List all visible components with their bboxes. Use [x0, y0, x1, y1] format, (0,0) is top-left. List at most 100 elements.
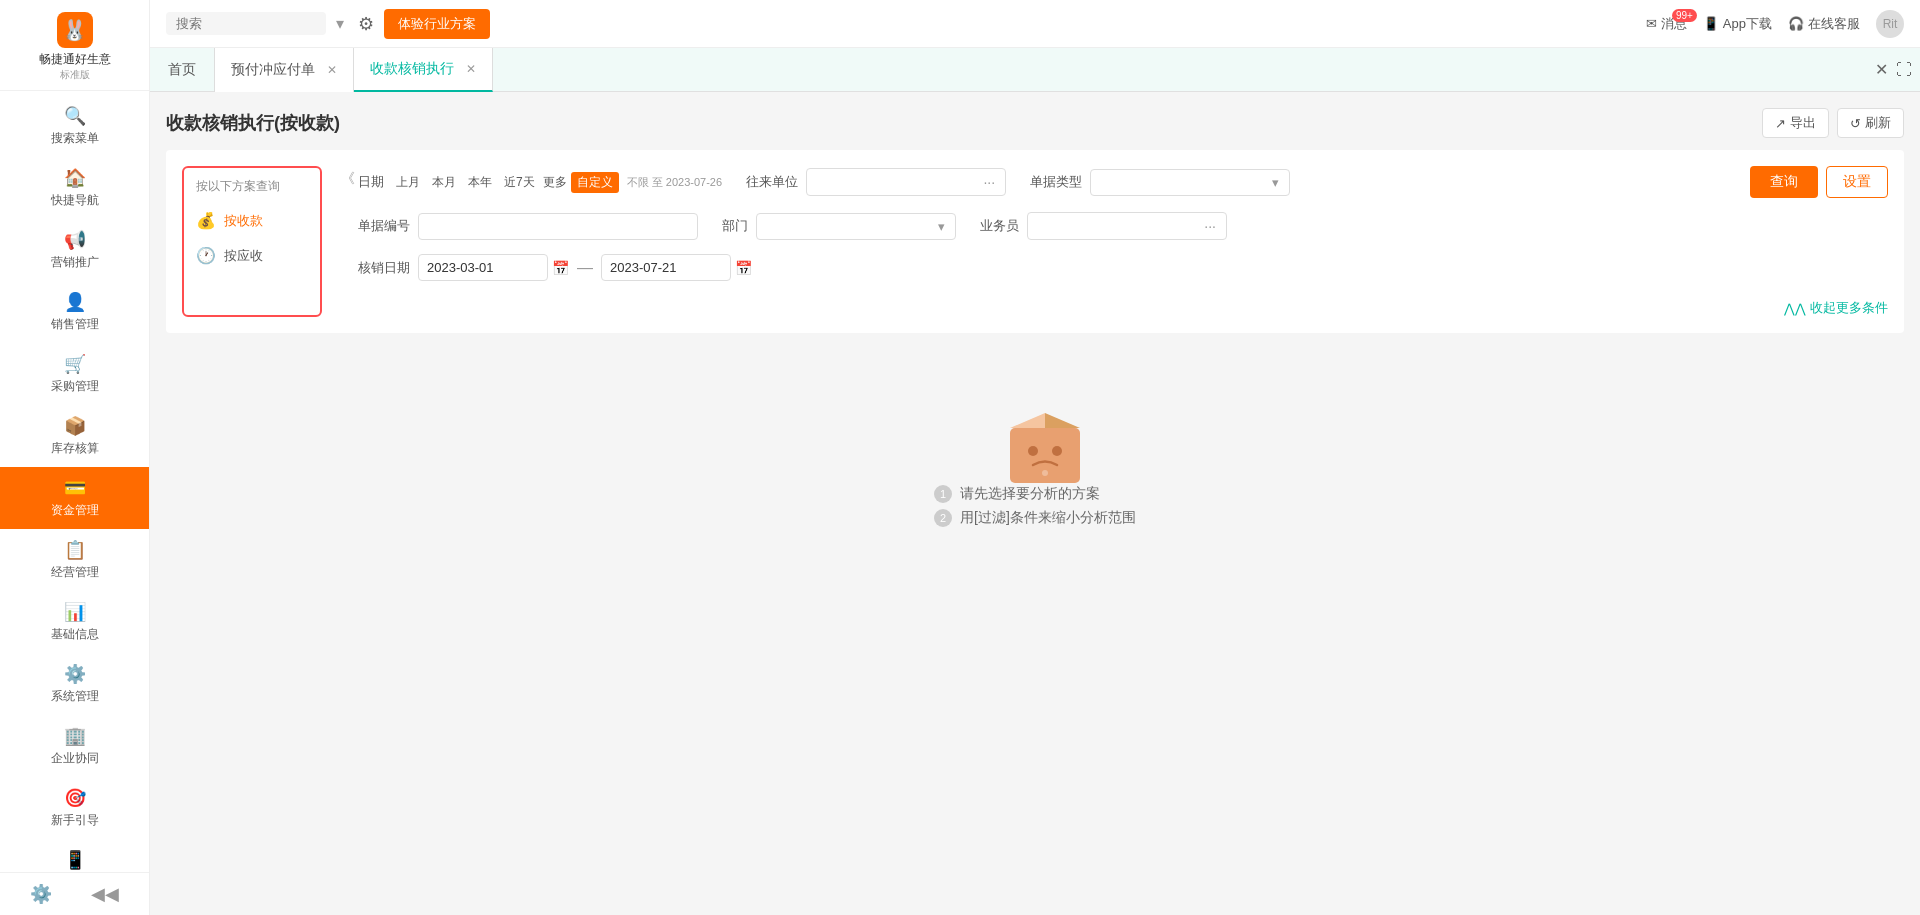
staff-dots-icon[interactable]: ···: [1204, 218, 1216, 234]
filter-actions: 查询 设置: [1750, 166, 1888, 198]
industry-btn[interactable]: 体验行业方案: [384, 9, 490, 39]
svg-point-5: [1042, 470, 1048, 476]
topbar-right: ✉ 消息 99+ 📱 App下载 🎧 在线客服 Rit: [1646, 10, 1904, 38]
tip-num-2: 2: [934, 509, 952, 527]
writeoff-date-from-group: 📅: [418, 254, 569, 281]
marketing-icon: 📢: [64, 229, 86, 251]
sidebar-item-guide[interactable]: 🎯 新手引导: [0, 777, 149, 839]
filter-doctype-field: 单据类型 ▾: [1030, 169, 1290, 196]
dept-label: 部门: [722, 217, 748, 235]
docno-label: 单据编号: [358, 217, 410, 235]
sidebar-item-inventory[interactable]: 📦 库存核算: [0, 405, 149, 467]
sidebar-item-label: 经营管理: [51, 564, 99, 581]
filter-staff-field: 业务员 ···: [980, 212, 1227, 240]
date-shortcut-this-month[interactable]: 本月: [428, 172, 460, 193]
writeoff-date-from-input[interactable]: [418, 254, 548, 281]
receipt-icon: 💰: [196, 211, 216, 230]
receivable-icon: 🕐: [196, 246, 216, 265]
filter-dept-field: 部门 ▾: [722, 213, 956, 240]
dept-chevron-icon: ▾: [938, 219, 945, 234]
sidebar-item-label: 快捷导航: [51, 192, 99, 209]
filter-sidebar-collapse-btn[interactable]: 《: [338, 166, 358, 317]
page-title: 收款核销执行(按收款): [166, 111, 340, 135]
writeoff-date-to-calendar-icon[interactable]: 📅: [735, 260, 752, 276]
settings-btn[interactable]: 设置: [1826, 166, 1888, 198]
sidebar-item-label: 企业协同: [51, 750, 99, 767]
logo-icon: 🐰: [57, 12, 93, 48]
sidebar-item-quick-nav[interactable]: 🏠 快捷导航: [0, 157, 149, 219]
logo-text: 畅捷通好生意: [39, 52, 111, 68]
sidebar-menu: 🔍 搜索菜单 🏠 快捷导航 📢 营销推广 👤 销售管理 🛒 采购管理 📦 库存核…: [0, 91, 149, 872]
date-shortcut-last-month[interactable]: 上月: [392, 172, 424, 193]
collapse-sidebar-icon[interactable]: ◀◀: [91, 883, 119, 905]
date-range-note: 不限 至 2023-07-26: [627, 175, 722, 190]
svg-marker-1: [1010, 413, 1045, 428]
gear-icon[interactable]: ⚙: [358, 13, 374, 35]
filter-sidebar: 按以下方案查询 💰 按收款 🕐 按应收: [182, 166, 322, 317]
counterparty-dots-icon[interactable]: ···: [983, 174, 995, 190]
collapse-more-btn[interactable]: ⋀⋀ 收起更多条件: [1784, 299, 1888, 317]
sidebar-item-label: 搜索菜单: [51, 130, 99, 147]
tab-prepay-label: 预付冲应付单: [231, 61, 315, 79]
sidebar-item-label: 采购管理: [51, 378, 99, 395]
sidebar-item-basic-info[interactable]: 📊 基础信息: [0, 591, 149, 653]
counterparty-input[interactable]: ···: [806, 168, 1006, 196]
tab-receipt-writeoff-close-icon[interactable]: ✕: [466, 62, 476, 76]
docno-input[interactable]: [418, 213, 698, 240]
filter-option-by-receivable[interactable]: 🕐 按应收: [184, 238, 320, 273]
sidebar-item-smart-hw[interactable]: 📱 智能硬件: [0, 839, 149, 872]
date-shortcut-this-year[interactable]: 本年: [464, 172, 496, 193]
filter-row-collapse: ⋀⋀ 收起更多条件: [358, 295, 1888, 317]
date-shortcut-custom[interactable]: 自定义: [571, 172, 619, 193]
tab-home[interactable]: 首页: [150, 48, 215, 92]
sidebar-item-search[interactable]: 🔍 搜索菜单: [0, 95, 149, 157]
sidebar-item-marketing[interactable]: 📢 营销推广: [0, 219, 149, 281]
filter-row-3: 核销日期 📅 — 📅: [358, 254, 1888, 281]
query-btn[interactable]: 查询: [1750, 166, 1818, 198]
fund-icon: 💳: [64, 477, 86, 499]
user-avatar[interactable]: Rit: [1876, 10, 1904, 38]
date-shortcut-7days[interactable]: 近7天: [500, 172, 539, 193]
writeoff-date-label: 核销日期: [358, 259, 410, 277]
search-input[interactable]: [166, 12, 326, 35]
sidebar-item-fund[interactable]: 💳 资金管理: [0, 467, 149, 529]
sidebar: 🐰 畅捷通好生意 标准版 🔍 搜索菜单 🏠 快捷导航 📢 营销推广 👤 销售管理…: [0, 0, 150, 915]
tab-close-all-btn[interactable]: ✕: [1875, 60, 1888, 79]
tab-receipt-writeoff[interactable]: 收款核销执行 ✕: [354, 48, 493, 92]
mobile-icon: 📱: [1703, 16, 1719, 31]
writeoff-date-to-input[interactable]: [601, 254, 731, 281]
empty-svg: [985, 393, 1105, 493]
topbar-chevron-icon[interactable]: ▾: [336, 14, 344, 33]
sales-icon: 👤: [64, 291, 86, 313]
date-more-btn[interactable]: 更多: [543, 174, 567, 191]
tab-expand-btn[interactable]: ⛶: [1896, 61, 1912, 79]
filter-option-by-receipt[interactable]: 💰 按收款: [184, 203, 320, 238]
content-area: 收款核销执行(按收款) ↗ 导出 ↺ 刷新 按以下方案查询 💰 按收款: [150, 92, 1920, 915]
writeoff-date-from-calendar-icon[interactable]: 📅: [552, 260, 569, 276]
filter-panel: 按以下方案查询 💰 按收款 🕐 按应收 《 日期: [166, 150, 1904, 333]
doctype-select[interactable]: ▾: [1090, 169, 1290, 196]
corp-icon: 🏢: [64, 725, 86, 747]
sidebar-item-corp-collab[interactable]: 🏢 企业协同: [0, 715, 149, 777]
empty-illustration: [985, 393, 1085, 473]
sidebar-item-system[interactable]: ⚙️ 系统管理: [0, 653, 149, 715]
collapse-more-label: 收起更多条件: [1810, 299, 1888, 317]
dept-input[interactable]: ▾: [756, 213, 956, 240]
sidebar-item-sales[interactable]: 👤 销售管理: [0, 281, 149, 343]
sidebar-item-operation[interactable]: 📋 经营管理: [0, 529, 149, 591]
filter-row-1: 日期 上月 本月 本年 近7天 更多 自定义 不限 至 2023-07-26: [358, 166, 1888, 198]
tab-prepay-close-icon[interactable]: ✕: [327, 63, 337, 77]
tab-prepay[interactable]: 预付冲应付单 ✕: [215, 48, 354, 92]
message-btn[interactable]: ✉ 消息 99+: [1646, 15, 1687, 33]
staff-label: 业务员: [980, 217, 1019, 235]
app-download-btn[interactable]: 📱 App下载: [1703, 15, 1772, 33]
export-icon: ↗: [1775, 116, 1786, 131]
filter-date-field: 日期 上月 本月 本年 近7天 更多 自定义 不限 至 2023-07-26: [358, 172, 722, 193]
staff-input[interactable]: ···: [1027, 212, 1227, 240]
export-btn[interactable]: ↗ 导出: [1762, 108, 1829, 138]
sidebar-item-purchase[interactable]: 🛒 采购管理: [0, 343, 149, 405]
message-icon: ✉: [1646, 16, 1657, 31]
settings-footer-icon[interactable]: ⚙️: [30, 883, 52, 905]
refresh-btn[interactable]: ↺ 刷新: [1837, 108, 1904, 138]
online-service-btn[interactable]: 🎧 在线客服: [1788, 15, 1860, 33]
